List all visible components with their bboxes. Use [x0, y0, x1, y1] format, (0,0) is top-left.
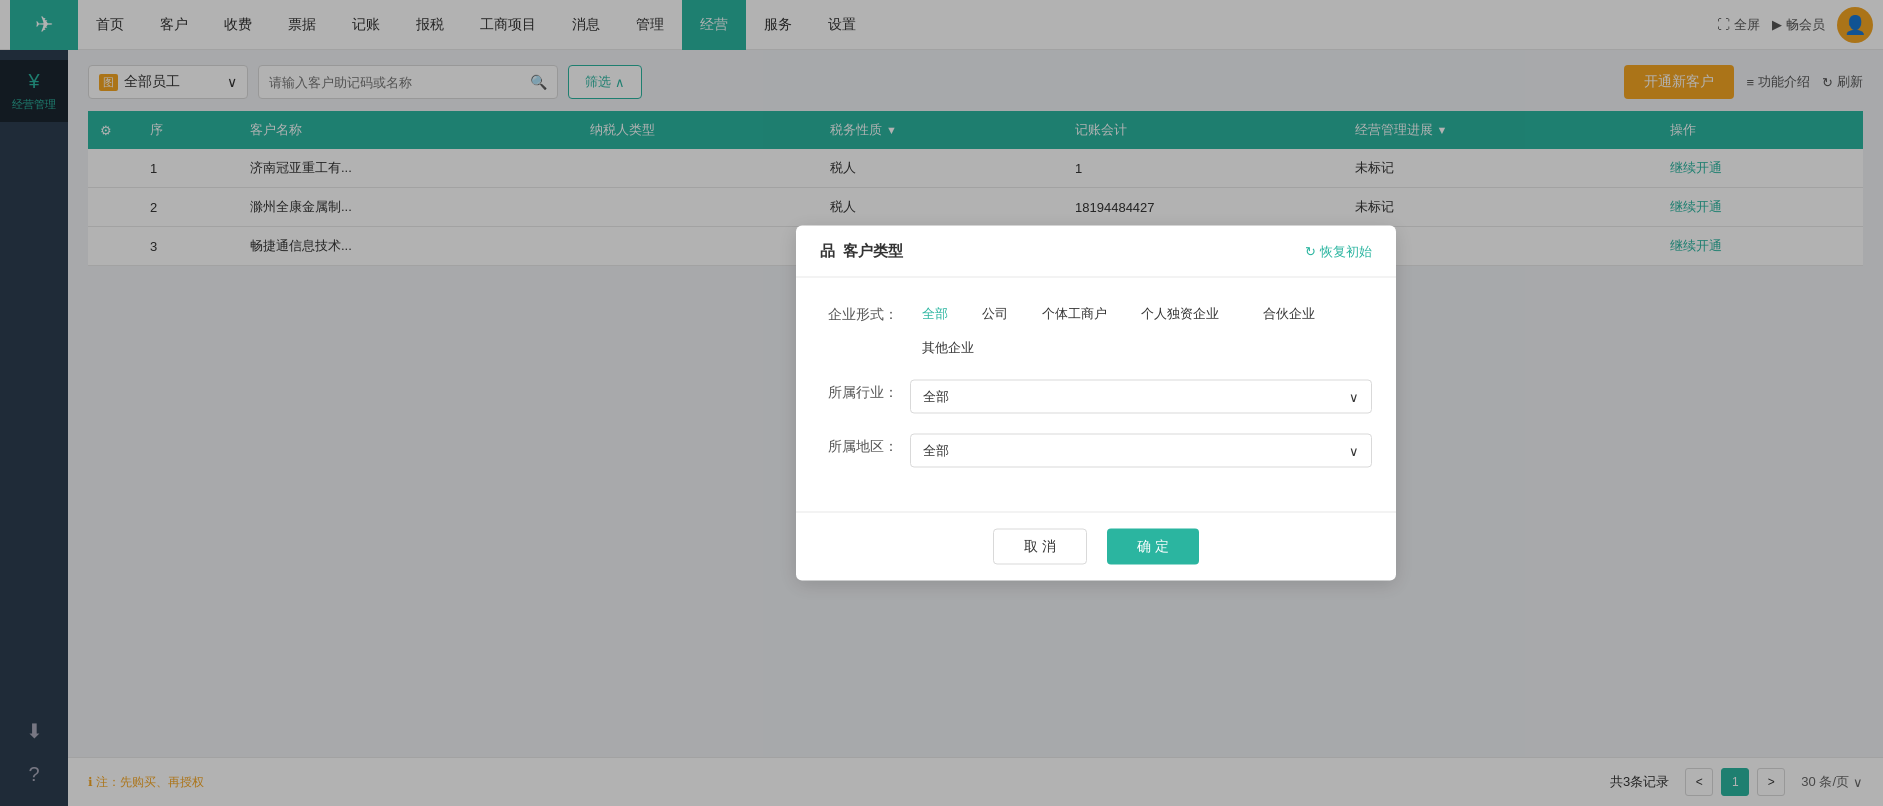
modal-body: 企业形式： 全部 公司 个体工商户 个人独资企业 合伙企业 其他企业 所属行业：…: [796, 278, 1396, 512]
region-form-row: 所属地区： 全部 ∨: [820, 434, 1372, 468]
region-label: 所属地区：: [820, 434, 910, 456]
enterprise-form-label: 企业形式：: [820, 302, 910, 324]
enterprise-option-partnership[interactable]: 合伙企业: [1251, 302, 1327, 326]
reset-button[interactable]: ↻ 恢复初始: [1305, 242, 1372, 260]
enterprise-form-content: 全部 公司 个体工商户 个人独资企业 合伙企业 其他企业: [910, 302, 1372, 360]
region-dropdown[interactable]: 全部 ∨: [910, 434, 1372, 468]
customer-type-modal: 品 客户类型 ↻ 恢复初始 企业形式： 全部 公司 个体工商户 个人独资企业 合…: [796, 226, 1396, 581]
region-value: 全部: [923, 442, 949, 460]
modal-title-text: 客户类型: [843, 242, 903, 261]
cancel-button[interactable]: 取 消: [993, 529, 1087, 565]
modal-footer: 取 消 确 定: [796, 512, 1396, 581]
industry-content: 全部 ∨: [910, 380, 1372, 414]
enterprise-option-all[interactable]: 全部: [910, 302, 960, 326]
region-content: 全部 ∨: [910, 434, 1372, 468]
reset-label: 恢复初始: [1320, 242, 1372, 260]
modal-title: 品 客户类型: [820, 242, 903, 261]
enterprise-form-row: 企业形式： 全部 公司 个体工商户 个人独资企业 合伙企业 其他企业: [820, 302, 1372, 360]
enterprise-option-individual[interactable]: 个体工商户: [1030, 302, 1119, 326]
industry-arrow: ∨: [1349, 389, 1359, 404]
industry-form-row: 所属行业： 全部 ∨: [820, 380, 1372, 414]
industry-value: 全部: [923, 388, 949, 406]
industry-label: 所属行业：: [820, 380, 910, 402]
modal-header: 品 客户类型 ↻ 恢复初始: [796, 226, 1396, 278]
region-arrow: ∨: [1349, 443, 1359, 458]
reset-icon: ↻: [1305, 244, 1316, 259]
enterprise-option-company[interactable]: 公司: [970, 302, 1020, 326]
industry-dropdown[interactable]: 全部 ∨: [910, 380, 1372, 414]
enterprise-option-sole[interactable]: 个人独资企业: [1129, 302, 1231, 326]
confirm-button[interactable]: 确 定: [1107, 529, 1199, 565]
modal-title-icon: 品: [820, 242, 835, 261]
enterprise-tag-group: 全部 公司 个体工商户 个人独资企业 合伙企业 其他企业: [910, 302, 1372, 360]
enterprise-option-other[interactable]: 其他企业: [910, 336, 986, 360]
